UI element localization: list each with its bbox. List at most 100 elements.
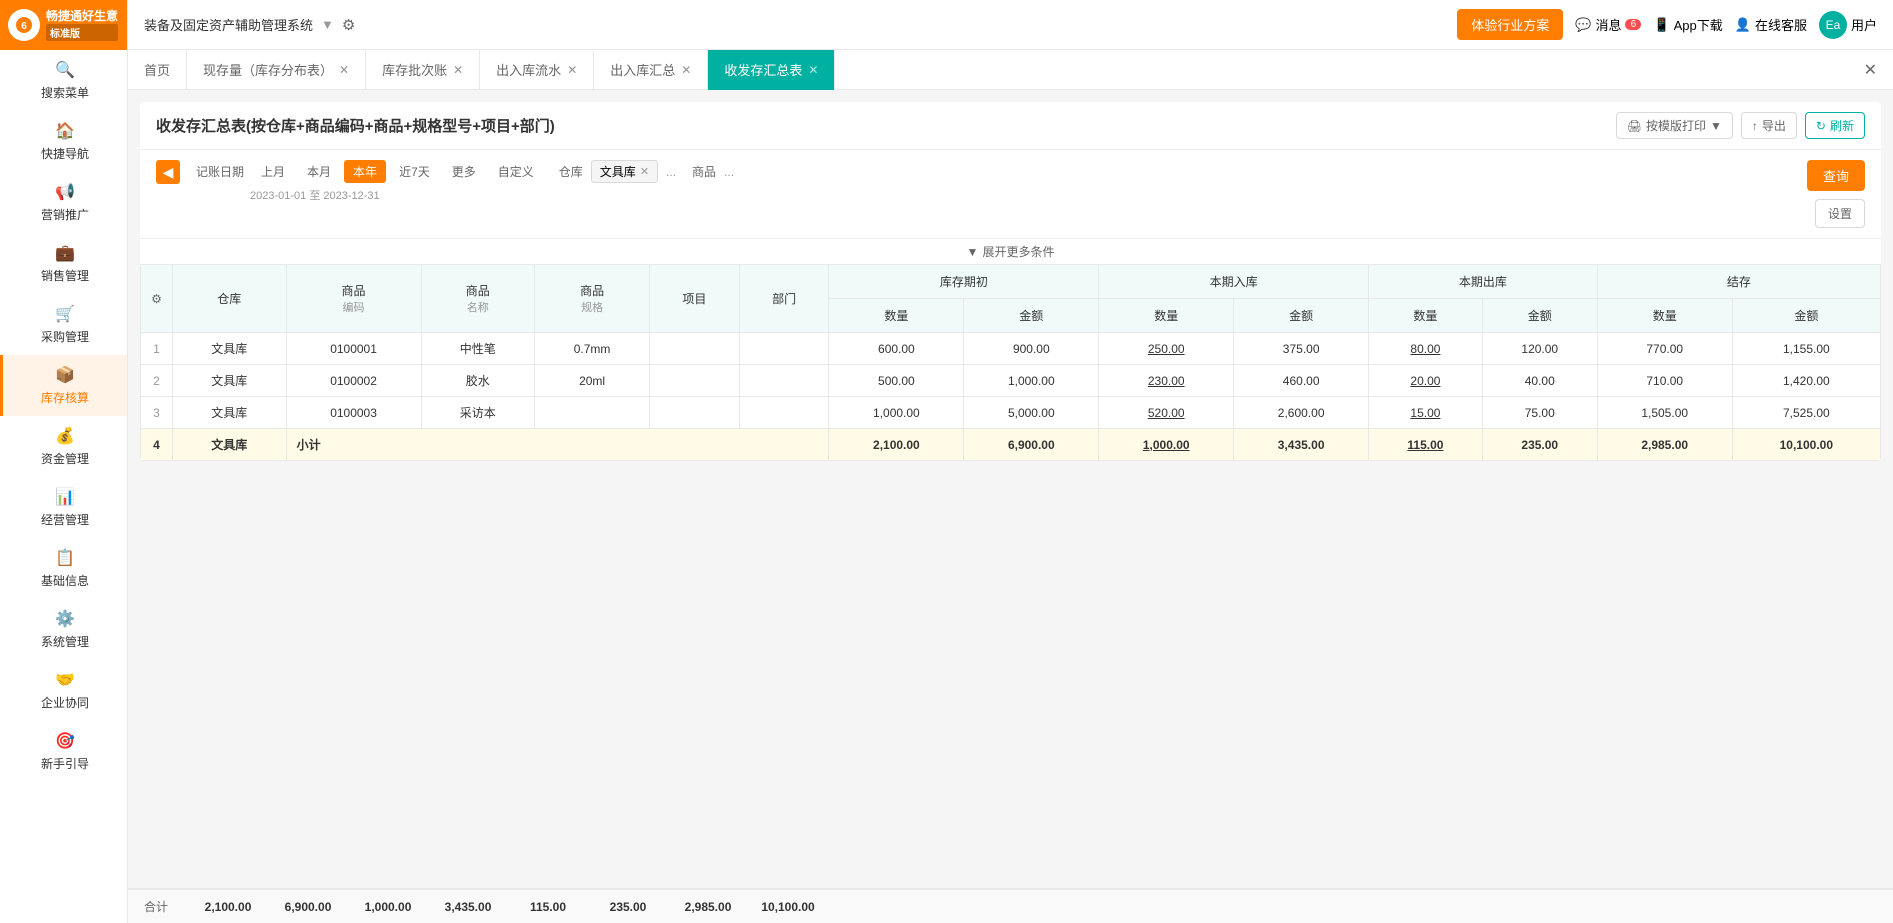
warehouse-remove-icon[interactable]: ✕ [640,165,649,178]
footer-close-qty: 2,985.00 [668,900,748,914]
basic-info-icon: 📋 [55,548,75,568]
messages-label: 消息 [1595,15,1621,34]
filter-collapse-btn[interactable]: ◀ [156,160,180,184]
footer-in-amt: 3,435.00 [428,900,508,914]
refresh-btn[interactable]: ↻ 刷新 [1805,112,1865,139]
tab-close-icon[interactable]: ✕ [808,63,818,77]
sub-num: 4 [141,429,173,461]
row-goods-code: 0100001 [286,333,421,365]
user-btn[interactable]: Ea 用户 [1819,11,1877,39]
tab-inventory-dist[interactable]: 现存量（库存分布表） ✕ [187,50,366,90]
row-in-qty[interactable]: 230.00 [1099,365,1234,397]
row-goods-code: 0100002 [286,365,421,397]
th-inbound-group: 本期入库 [1099,265,1369,299]
chevron-down-icon: ▼ [1710,119,1722,133]
tab-batch[interactable]: 库存批次账 ✕ [366,50,480,90]
th-out-amt: 金额 [1482,299,1597,333]
goods-filter-label: 商品 [692,163,716,180]
goods-filter: 商品 ... [692,163,734,180]
sidebar-item-nav[interactable]: 🏠 快捷导航 [0,111,127,172]
row-in-qty[interactable]: 250.00 [1099,333,1234,365]
set-btn[interactable]: 设置 [1815,199,1865,228]
messages-btn[interactable]: 💬 消息 6 [1575,15,1641,34]
tab-home[interactable]: 首页 [128,50,187,90]
tabs-close-all-btn[interactable]: ✕ [1848,60,1893,80]
sidebar-item-operations[interactable]: 📊 经营管理 [0,477,127,538]
tab-inout-summary[interactable]: 出入库汇总 ✕ [594,50,708,90]
service-icon: 👤 [1735,17,1751,33]
date-btn-this-month[interactable]: 本月 [298,160,340,183]
tab-close-icon[interactable]: ✕ [339,63,349,77]
sidebar-item-guide[interactable]: 🎯 新手引导 [0,721,127,782]
row-in-qty[interactable]: 520.00 [1099,397,1234,429]
expand-filter-btn[interactable]: ▼ 展开更多条件 [140,238,1881,264]
dropdown-arrow[interactable]: ▼ [321,17,334,32]
sidebar-item-label: 系统管理 [41,633,89,650]
sub-out-qty[interactable]: 115.00 [1369,429,1483,461]
row-goods-spec: 20ml [535,365,650,397]
date-btn-last-month[interactable]: 上月 [252,160,294,183]
row-out-amt: 40.00 [1482,365,1597,397]
sidebar-item-label: 资金管理 [41,450,89,467]
tab-inout-flow[interactable]: 出入库流水 ✕ [480,50,594,90]
sub-in-qty[interactable]: 1,000.00 [1099,429,1234,461]
sub-close-qty: 2,985.00 [1597,429,1732,461]
sidebar-item-search[interactable]: 🔍 搜索菜单 [0,50,127,111]
sidebar-item-collab[interactable]: 🤝 企业协同 [0,660,127,721]
print-btn[interactable]: 🖨 按模版打印 ▼ [1616,112,1733,139]
sub-out-amt: 235.00 [1482,429,1597,461]
try-btn[interactable]: 体验行业方案 [1457,9,1563,40]
row-warehouse: 文具库 [173,397,287,429]
row-department [739,397,829,429]
gear-icon[interactable]: ⚙ [342,16,355,34]
sub-open-qty: 2,100.00 [829,429,964,461]
tab-label: 收发存汇总表 [724,60,802,79]
sidebar-item-label: 企业协同 [41,694,89,711]
date-btn-this-year[interactable]: 本年 [344,160,386,183]
inventory-icon: 📦 [55,365,75,385]
row-goods-name: 采访本 [421,397,535,429]
main-content: 装备及固定资产辅助管理系统 ▼ ⚙ 体验行业方案 💬 消息 6 📱 App下载 … [128,0,1893,923]
th-opening-group: 库存期初 [829,265,1099,299]
content-area: 收发存汇总表(按仓库+商品编码+商品+规格型号+项目+部门) 🖨 按模版打印 ▼… [128,90,1893,888]
tab-stock-summary[interactable]: 收发存汇总表 ✕ [708,50,835,90]
sidebar-logo: 6 畅捷通好生意 标准版 [0,0,127,50]
row-open-amt: 1,000.00 [964,365,1099,397]
tab-close-icon[interactable]: ✕ [681,63,691,77]
query-btn[interactable]: 查询 [1807,160,1865,191]
sidebar-item-system[interactable]: ⚙️ 系统管理 [0,599,127,660]
warehouse-more-btn[interactable]: ... [666,165,676,179]
sales-icon: 💼 [55,243,75,263]
online-service-btn[interactable]: 👤 在线客服 [1735,15,1807,34]
date-btn-more[interactable]: 更多 [443,160,485,183]
export-btn[interactable]: ↑ 导出 [1741,112,1797,139]
logo-icon: 6 [8,9,40,41]
sidebar-item-inventory[interactable]: 📦 库存核算 [0,355,127,416]
sidebar-item-purchase[interactable]: 🛒 采购管理 [0,294,127,355]
goods-more-btn[interactable]: ... [724,165,734,179]
date-btn-7days[interactable]: 近7天 [390,160,439,183]
app-name: 畅捷通好生意 [46,9,118,23]
tabs-bar: 首页 现存量（库存分布表） ✕ 库存批次账 ✕ 出入库流水 ✕ 出入库汇总 ✕ … [128,50,1893,90]
sidebar-item-label: 经营管理 [41,511,89,528]
footer-out-qty: 115.00 [508,900,588,914]
sidebar-item-finance[interactable]: 💰 资金管理 [0,416,127,477]
date-btn-custom[interactable]: 自定义 [489,160,543,183]
sidebar-item-marketing[interactable]: 📢 营销推广 [0,172,127,233]
footer-values: 2,100.00 6,900.00 1,000.00 3,435.00 115.… [188,900,1877,914]
row-close-qty: 770.00 [1597,333,1732,365]
table-settings-col[interactable]: ⚙ [141,265,173,333]
tab-close-icon[interactable]: ✕ [567,63,577,77]
tab-label: 出入库汇总 [610,60,675,79]
tab-close-icon[interactable]: ✕ [453,63,463,77]
sidebar-item-label: 基础信息 [41,572,89,589]
th-goods-name: 商品名称 [421,265,535,333]
row-out-qty[interactable]: 20.00 [1369,365,1483,397]
row-out-qty[interactable]: 15.00 [1369,397,1483,429]
avatar: Ea [1819,11,1847,39]
app-download-btn[interactable]: 📱 App下载 [1653,15,1722,34]
row-out-qty[interactable]: 80.00 [1369,333,1483,365]
sidebar-item-sales[interactable]: 💼 销售管理 [0,233,127,294]
sidebar-item-basic-info[interactable]: 📋 基础信息 [0,538,127,599]
subtotal-row: 4 文具库 小计 2,100.00 6,900.00 1,000.00 3,43… [141,429,1881,461]
